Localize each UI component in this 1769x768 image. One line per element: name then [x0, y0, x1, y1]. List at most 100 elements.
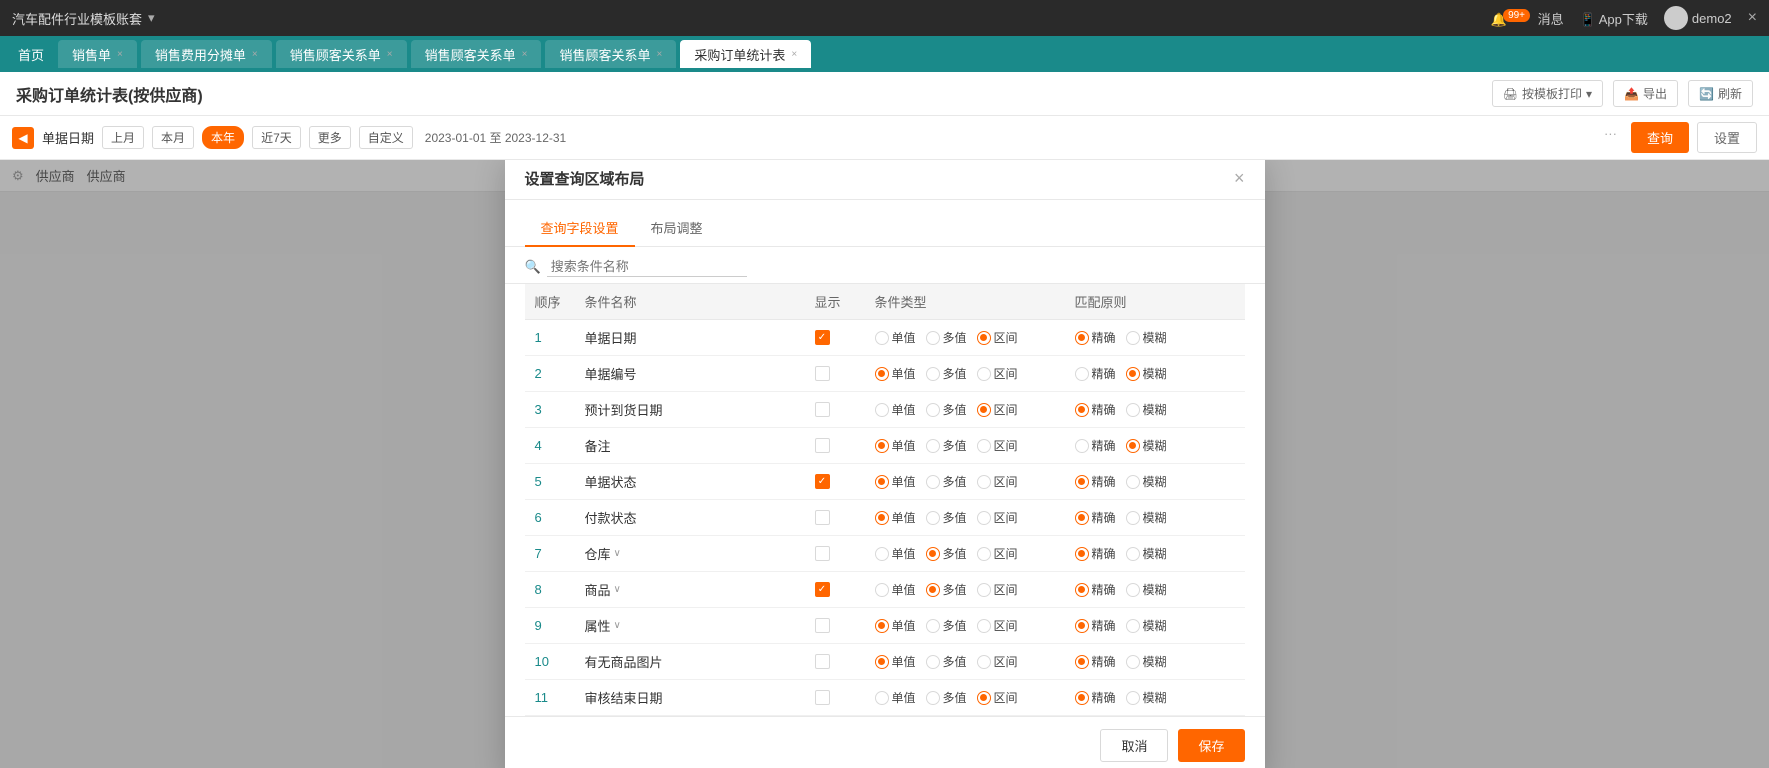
- row-show[interactable]: [805, 464, 865, 500]
- type-radio-区间[interactable]: 区间: [977, 581, 1018, 598]
- type-radio-区间[interactable]: 区间: [977, 473, 1018, 490]
- tab-sales-expense[interactable]: 销售费用分摊单 ×: [141, 40, 272, 68]
- row-checkbox[interactable]: [815, 510, 830, 525]
- tab-sales-order[interactable]: 销售单 ×: [58, 40, 137, 68]
- export-button[interactable]: 📤 导出: [1613, 80, 1678, 107]
- type-radio-单值[interactable]: 单值: [875, 437, 916, 454]
- match-radio-模糊[interactable]: 模糊: [1126, 581, 1167, 598]
- row-checkbox[interactable]: [815, 366, 830, 381]
- tab-sales-relation2[interactable]: 销售顾客关系单 ×: [411, 40, 542, 68]
- expand-arrow-icon[interactable]: ∨: [614, 584, 621, 595]
- date-btn-7days[interactable]: 近7天: [252, 126, 301, 149]
- type-radio-单值[interactable]: 单值: [875, 509, 916, 526]
- type-radio-单值[interactable]: 单值: [875, 617, 916, 634]
- row-checkbox[interactable]: [815, 582, 830, 597]
- row-show[interactable]: [805, 320, 865, 356]
- date-btn-custom[interactable]: 自定义: [359, 126, 413, 149]
- tab-close-sales-relation2[interactable]: ×: [522, 49, 528, 60]
- type-radio-单值[interactable]: 单值: [875, 653, 916, 670]
- type-radio-区间[interactable]: 区间: [977, 689, 1018, 706]
- row-checkbox[interactable]: [815, 690, 830, 705]
- type-radio-多值[interactable]: 多值: [926, 617, 967, 634]
- type-radio-多值[interactable]: 多值: [926, 437, 967, 454]
- app-download[interactable]: 📱 App下载: [1580, 9, 1648, 28]
- type-radio-多值[interactable]: 多值: [926, 653, 967, 670]
- match-radio-精确[interactable]: 精确: [1075, 617, 1116, 634]
- modal-close-button[interactable]: ×: [1234, 168, 1245, 189]
- match-radio-模糊[interactable]: 模糊: [1126, 545, 1167, 562]
- type-radio-区间[interactable]: 区间: [977, 329, 1018, 346]
- row-show[interactable]: [805, 644, 865, 680]
- match-radio-精确[interactable]: 精确: [1075, 401, 1116, 418]
- notification-icon[interactable]: 🔔99+ 消息: [1491, 9, 1564, 28]
- expand-arrow-icon[interactable]: ∨: [614, 548, 621, 559]
- match-radio-模糊[interactable]: 模糊: [1126, 329, 1167, 346]
- match-radio-模糊[interactable]: 模糊: [1126, 653, 1167, 670]
- type-radio-单值[interactable]: 单值: [875, 545, 916, 562]
- type-radio-多值[interactable]: 多值: [926, 689, 967, 706]
- tab-home[interactable]: 首页: [8, 41, 54, 68]
- type-radio-单值[interactable]: 单值: [875, 581, 916, 598]
- match-radio-模糊[interactable]: 模糊: [1126, 509, 1167, 526]
- type-radio-单值[interactable]: 单值: [875, 329, 916, 346]
- date-btn-this-month[interactable]: 本月: [152, 126, 194, 149]
- query-button[interactable]: 查询: [1631, 122, 1689, 153]
- match-radio-精确[interactable]: 精确: [1075, 509, 1116, 526]
- row-show[interactable]: [805, 608, 865, 644]
- row-checkbox[interactable]: [815, 402, 830, 417]
- date-btn-last-month[interactable]: 上月: [102, 126, 144, 149]
- tab-close-purchase-stats[interactable]: ×: [791, 49, 797, 60]
- type-radio-区间[interactable]: 区间: [977, 437, 1018, 454]
- tab-close-sales-relation3[interactable]: ×: [656, 49, 662, 60]
- type-radio-区间[interactable]: 区间: [977, 365, 1018, 382]
- match-radio-模糊[interactable]: 模糊: [1126, 473, 1167, 490]
- search-input[interactable]: [547, 257, 747, 277]
- expand-arrow-icon[interactable]: ∨: [614, 620, 621, 631]
- type-radio-单值[interactable]: 单值: [875, 365, 916, 382]
- match-radio-精确[interactable]: 精确: [1075, 653, 1116, 670]
- row-show[interactable]: [805, 536, 865, 572]
- tab-sales-relation3[interactable]: 销售顾客关系单 ×: [545, 40, 676, 68]
- row-show[interactable]: [805, 392, 865, 428]
- type-radio-多值[interactable]: 多值: [926, 581, 967, 598]
- row-show[interactable]: [805, 356, 865, 392]
- type-radio-多值[interactable]: 多值: [926, 545, 967, 562]
- match-radio-精确[interactable]: 精确: [1075, 581, 1116, 598]
- match-radio-模糊[interactable]: 模糊: [1126, 617, 1167, 634]
- type-radio-区间[interactable]: 区间: [977, 617, 1018, 634]
- save-button[interactable]: 保存: [1178, 729, 1244, 762]
- match-radio-精确[interactable]: 精确: [1075, 329, 1116, 346]
- tab-query-fields[interactable]: 查询字段设置: [525, 210, 635, 247]
- tab-purchase-stats[interactable]: 采购订单统计表 ×: [680, 40, 811, 68]
- row-show[interactable]: [805, 572, 865, 608]
- set-button[interactable]: 设置: [1697, 122, 1757, 153]
- match-radio-精确[interactable]: 精确: [1075, 473, 1116, 490]
- match-radio-模糊[interactable]: 模糊: [1126, 401, 1167, 418]
- collapse-button[interactable]: ◀: [12, 127, 34, 149]
- row-checkbox[interactable]: [815, 618, 830, 633]
- tab-close-sales-order[interactable]: ×: [117, 49, 123, 60]
- row-checkbox[interactable]: [815, 654, 830, 669]
- row-show[interactable]: [805, 500, 865, 536]
- type-radio-多值[interactable]: 多值: [926, 509, 967, 526]
- row-show[interactable]: [805, 428, 865, 464]
- user-avatar[interactable]: demo2: [1664, 6, 1732, 30]
- type-radio-单值[interactable]: 单值: [875, 473, 916, 490]
- dropdown-icon[interactable]: ▾: [148, 10, 155, 26]
- match-radio-精确[interactable]: 精确: [1075, 545, 1116, 562]
- row-checkbox[interactable]: [815, 438, 830, 453]
- type-radio-区间[interactable]: 区间: [977, 653, 1018, 670]
- row-checkbox[interactable]: [815, 330, 830, 345]
- match-radio-精确[interactable]: 精确: [1075, 689, 1116, 706]
- type-radio-区间[interactable]: 区间: [977, 509, 1018, 526]
- match-radio-精确[interactable]: 精确: [1075, 365, 1116, 382]
- close-icon[interactable]: ×: [1748, 9, 1757, 27]
- match-radio-模糊[interactable]: 模糊: [1126, 437, 1167, 454]
- match-radio-模糊[interactable]: 模糊: [1126, 365, 1167, 382]
- type-radio-区间[interactable]: 区间: [977, 401, 1018, 418]
- cancel-button[interactable]: 取消: [1100, 729, 1168, 762]
- tab-sales-relation1[interactable]: 销售顾客关系单 ×: [276, 40, 407, 68]
- tab-close-sales-relation1[interactable]: ×: [387, 49, 393, 60]
- row-checkbox[interactable]: [815, 546, 830, 561]
- print-button[interactable]: 🖨 按模板打印 ▾: [1492, 80, 1603, 107]
